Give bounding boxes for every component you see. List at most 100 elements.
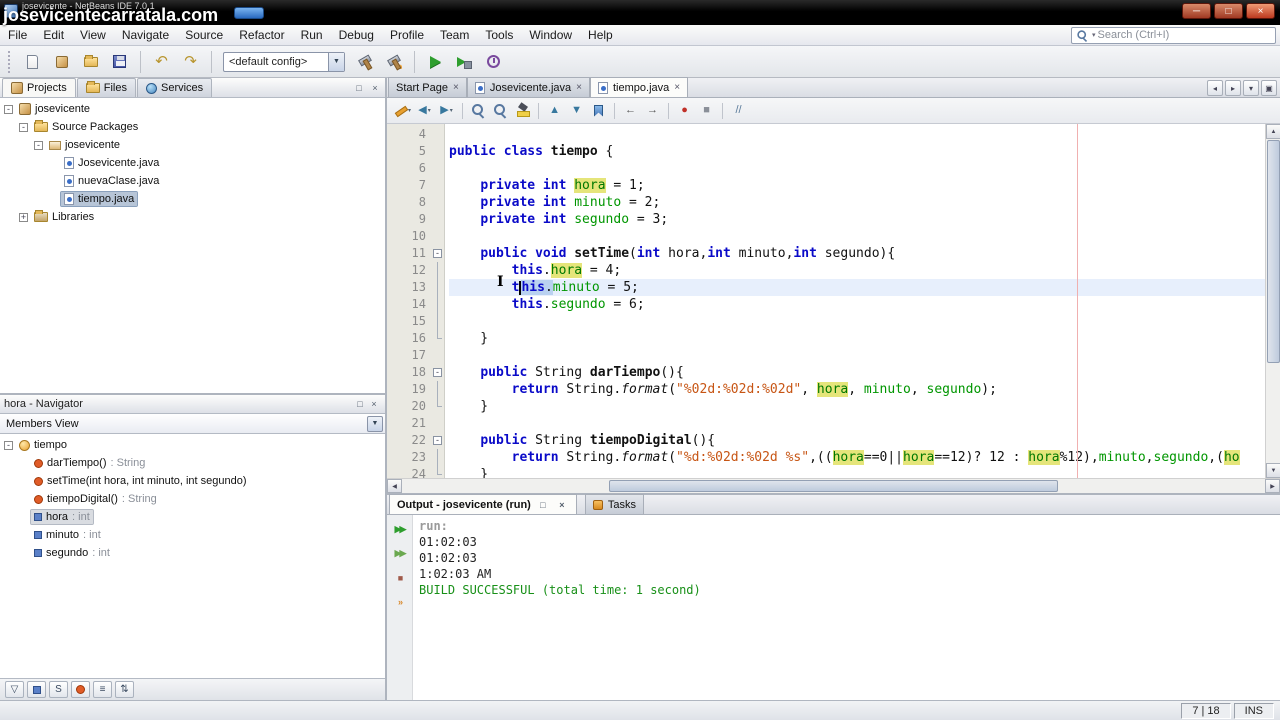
find-next-occurrence-button[interactable] xyxy=(490,100,511,121)
code-line[interactable]: } xyxy=(449,330,1265,347)
collapse-icon[interactable]: - xyxy=(34,140,43,150)
build-project-button[interactable] xyxy=(351,49,378,75)
close-output-icon[interactable]: × xyxy=(555,498,569,511)
tree-item-tiempo-java[interactable]: tiempo.java xyxy=(0,190,385,208)
tasks-tab[interactable]: Tasks xyxy=(584,494,644,514)
scroll-down-icon[interactable]: ▼ xyxy=(1266,463,1280,478)
collapse-icon[interactable]: - xyxy=(4,440,13,450)
code-line[interactable] xyxy=(449,415,1265,432)
line-number[interactable]: 7 xyxy=(387,177,426,194)
menu-run[interactable]: Run xyxy=(293,26,331,44)
back-button[interactable]: ◀ ▾ xyxy=(414,100,435,121)
collapse-fold-icon[interactable]: - xyxy=(433,436,442,445)
code-line[interactable]: public class tiempo { xyxy=(449,143,1265,160)
menu-edit[interactable]: Edit xyxy=(35,26,72,44)
menu-navigate[interactable]: Navigate xyxy=(114,26,177,44)
maximize-editor-icon[interactable]: ▣ xyxy=(1261,80,1277,96)
menu-window[interactable]: Window xyxy=(521,26,580,44)
show-fields-button[interactable] xyxy=(27,681,46,698)
scroll-tabs-left-icon[interactable]: ◂ xyxy=(1207,80,1223,96)
tree-item-libraries[interactable]: + Libraries xyxy=(0,208,385,226)
navigator-view-select[interactable]: Members View ▼ xyxy=(0,414,385,434)
minimize-output-icon[interactable]: □ xyxy=(536,498,550,511)
menu-debug[interactable]: Debug xyxy=(331,26,382,44)
menu-tools[interactable]: Tools xyxy=(477,26,521,44)
tab-services[interactable]: Services xyxy=(136,78,213,97)
close-icon[interactable]: × xyxy=(453,82,459,93)
tree-item-josevicente[interactable]: - josevicente xyxy=(0,136,385,154)
code-line[interactable]: this.hora = 4; xyxy=(449,262,1265,279)
tree-item-josevicente-java[interactable]: Josevicente.java xyxy=(0,154,385,172)
minimize-panel-icon[interactable]: □ xyxy=(352,81,366,94)
menu-help[interactable]: Help xyxy=(580,26,621,44)
tab-projects[interactable]: Projects xyxy=(2,78,76,97)
vertical-scrollbar-thumb[interactable] xyxy=(1267,140,1280,364)
line-number[interactable]: 17 xyxy=(387,347,426,364)
code-line[interactable] xyxy=(449,313,1265,330)
editor-tab-start-page[interactable]: Start Page × xyxy=(388,77,467,97)
toolbar-grip[interactable] xyxy=(8,50,15,73)
line-number[interactable]: 18 xyxy=(387,364,426,381)
collapse-fold-icon[interactable]: - xyxy=(433,249,442,258)
line-number[interactable]: 14 xyxy=(387,296,426,313)
line-number[interactable]: 20 xyxy=(387,398,426,415)
save-all-button[interactable] xyxy=(106,49,133,75)
expand-icon[interactable]: + xyxy=(19,212,28,222)
scroll-left-icon[interactable]: ◀ xyxy=(387,479,402,493)
sort-by-source-button[interactable]: ⇅ xyxy=(115,681,134,698)
editor-tab-josevicente-java[interactable]: Josevicente.java × xyxy=(466,77,590,97)
toggle-highlight-search-button[interactable] xyxy=(512,100,533,121)
line-number[interactable]: 24 xyxy=(387,466,426,478)
line-number[interactable]: 19 xyxy=(387,381,426,398)
shift-line-right-button[interactable]: → xyxy=(642,100,663,121)
code-line[interactable]: private int minuto = 2; xyxy=(449,194,1265,211)
minimize-button[interactable]: ─ xyxy=(1182,3,1211,19)
profile-project-button[interactable] xyxy=(480,49,507,75)
tab-list-icon[interactable]: ▾ xyxy=(1243,80,1259,96)
debug-project-button[interactable] xyxy=(451,49,478,75)
code-line[interactable]: return String.format("%02d:%02d:%02d", h… xyxy=(449,381,1265,398)
sort-by-name-button[interactable]: ≡ xyxy=(93,681,112,698)
line-number[interactable]: 10 xyxy=(387,228,426,245)
menu-file[interactable]: File xyxy=(0,26,35,44)
line-number[interactable]: 16 xyxy=(387,330,426,347)
fold-toggle[interactable]: - xyxy=(431,245,444,262)
code-line[interactable]: } xyxy=(449,466,1265,478)
menu-refactor[interactable]: Refactor xyxy=(231,26,292,44)
tree-item-hora[interactable]: hora : int xyxy=(0,508,385,526)
tree-item-settime-int-hora-int-minuto-int-segundo[interactable]: setTime(int hora, int minuto, int segund… xyxy=(0,472,385,490)
scroll-right-icon[interactable]: ▶ xyxy=(1265,479,1280,493)
previous-bookmark-button[interactable]: ▲ xyxy=(544,100,565,121)
code-line[interactable]: public void setTime(int hora,int minuto,… xyxy=(449,245,1265,262)
code-line[interactable]: private int hora = 1; xyxy=(449,177,1265,194)
tree-item-tiempodigital[interactable]: tiempoDigital() : String xyxy=(0,490,385,508)
menu-source[interactable]: Source xyxy=(177,26,231,44)
code-editor[interactable]: 4 5 6 7 8 9 10 11 12 13 14 15 16 17 18 19 20 21 22 23 24 ---… xyxy=(387,124,1280,478)
run-project-button[interactable] xyxy=(422,49,449,75)
config-combo[interactable]: <default config> ▼ xyxy=(223,51,345,72)
line-number[interactable]: 13 xyxy=(387,279,426,296)
tree-item-source-packages[interactable]: - Source Packages xyxy=(0,118,385,136)
code-line[interactable]: } xyxy=(449,398,1265,415)
stop-macro-recording-button[interactable]: ■ xyxy=(696,100,717,121)
line-number[interactable]: 6 xyxy=(387,160,426,177)
output-tab[interactable]: Output - josevicente (run) □ × xyxy=(389,494,577,514)
new-project-button[interactable] xyxy=(48,49,75,75)
line-number[interactable]: 23 xyxy=(387,449,426,466)
horizontal-scrollbar-track[interactable] xyxy=(402,479,1265,493)
find-selection-button[interactable] xyxy=(468,100,489,121)
close-button[interactable]: × xyxy=(1246,3,1275,19)
code-line[interactable] xyxy=(449,347,1265,364)
scroll-tabs-right-icon[interactable]: ▸ xyxy=(1225,80,1241,96)
close-icon[interactable]: × xyxy=(674,82,680,93)
tab-files[interactable]: Files xyxy=(76,78,136,97)
collapse-fold-icon[interactable]: - xyxy=(433,368,442,377)
rerun-with-parameters-button[interactable]: ▶▶ xyxy=(390,544,410,563)
undo-button[interactable]: ↶ xyxy=(148,49,175,75)
start-macro-recording-button[interactable]: ● xyxy=(674,100,695,121)
horizontal-scrollbar[interactable]: ◀ ▶ xyxy=(387,478,1280,493)
scroll-up-icon[interactable]: ▲ xyxy=(1266,124,1280,139)
forward-button[interactable]: ▶ ▾ xyxy=(436,100,457,121)
line-number[interactable]: 4 xyxy=(387,126,426,143)
redo-button[interactable]: ↷ xyxy=(177,49,204,75)
